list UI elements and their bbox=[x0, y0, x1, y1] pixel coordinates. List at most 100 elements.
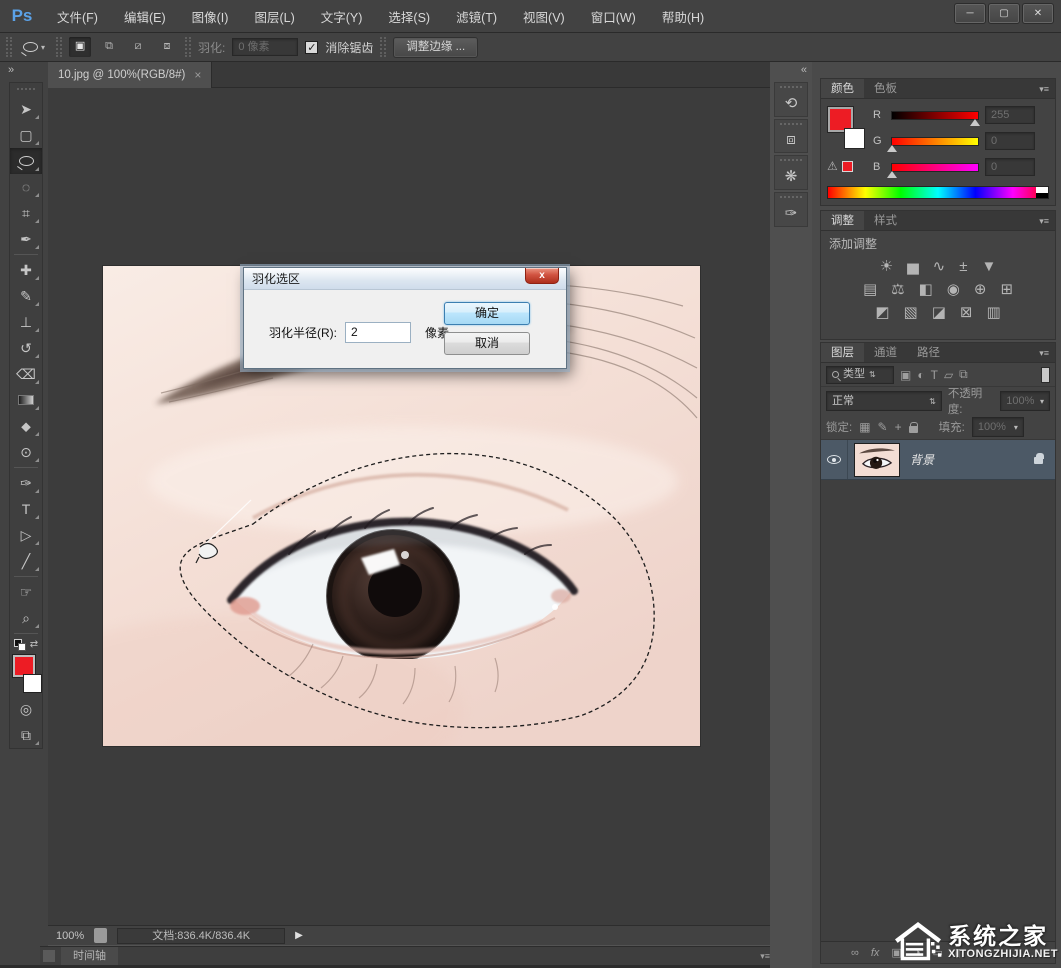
tab-color[interactable]: 颜色 bbox=[821, 79, 864, 98]
layer-effects-icon[interactable]: fx bbox=[871, 947, 880, 959]
history-brush-tool[interactable]: ↺ bbox=[10, 335, 42, 361]
lasso-tool-preset[interactable]: ▾ bbox=[19, 40, 49, 54]
lock-all-icon[interactable] bbox=[909, 426, 918, 433]
opacity-input[interactable]: 100% ▾ bbox=[1000, 391, 1050, 411]
antialias-checkbox[interactable]: ✓ bbox=[305, 41, 318, 54]
tab-swatches[interactable]: 色板 bbox=[864, 79, 907, 98]
lock-pixels-icon[interactable]: ✎ bbox=[878, 420, 888, 434]
maximize-button[interactable]: ▢ bbox=[989, 4, 1019, 23]
dialog-title-bar[interactable]: 羽化选区 bbox=[244, 268, 566, 290]
filter-type-layers-icon[interactable]: T bbox=[931, 368, 938, 382]
close-icon[interactable]: × bbox=[194, 68, 201, 82]
hue-saturation-icon[interactable]: ▤ bbox=[863, 282, 877, 298]
status-expand-icon[interactable]: ▶ bbox=[295, 930, 303, 941]
menu-edit[interactable]: 编辑(E) bbox=[111, 7, 179, 26]
brightness-contrast-icon[interactable]: ☀ bbox=[880, 259, 893, 275]
dodge-tool[interactable]: ⊙ bbox=[10, 439, 42, 465]
clone-stamp-tool[interactable]: ⊥ bbox=[10, 309, 42, 335]
eraser-tool[interactable]: ⌫ bbox=[10, 361, 42, 387]
tab-styles[interactable]: 样式 bbox=[864, 211, 907, 230]
green-slider[interactable] bbox=[891, 137, 979, 146]
panel-menu-icon[interactable]: ▾≡ bbox=[1039, 343, 1049, 362]
dialog-close-button[interactable]: x bbox=[525, 268, 559, 284]
quick-mask-button[interactable]: ◎ bbox=[10, 696, 42, 722]
vibrance-icon[interactable]: ▼ bbox=[981, 259, 996, 275]
posterize-icon[interactable]: ▧ bbox=[904, 305, 918, 321]
blur-tool[interactable]: ⬥ bbox=[10, 413, 42, 439]
zoom-tool[interactable]: ⌕ bbox=[10, 605, 42, 631]
threshold-icon[interactable]: ◪ bbox=[932, 305, 946, 321]
path-selection-tool[interactable]: ▷ bbox=[10, 522, 42, 548]
line-tool[interactable]: ╱ bbox=[10, 548, 42, 574]
feather-radius-input[interactable]: 2 bbox=[345, 322, 411, 343]
close-button[interactable]: ✕ bbox=[1023, 4, 1053, 23]
gradient-map-icon[interactable]: ▥ bbox=[986, 305, 1000, 321]
selective-color-icon[interactable]: ⊠ bbox=[960, 305, 973, 321]
lock-position-icon[interactable]: + bbox=[895, 420, 902, 434]
photo-filter-icon[interactable]: ◉ bbox=[947, 282, 960, 298]
menu-select[interactable]: 选择(S) bbox=[375, 7, 443, 26]
filter-toggle-switch[interactable] bbox=[1041, 367, 1050, 383]
layer-filter-type-select[interactable]: 类型 ⇅ bbox=[826, 366, 894, 384]
timeline-tab[interactable]: 时间轴 bbox=[61, 947, 118, 966]
add-selection-button[interactable]: ⧉ bbox=[98, 37, 120, 57]
history-panel-button[interactable]: ⟲ bbox=[774, 82, 808, 117]
filter-pixel-layers-icon[interactable]: ▣ bbox=[900, 368, 911, 382]
crop-tool[interactable]: ⌗ bbox=[10, 200, 42, 226]
default-colors-icon[interactable] bbox=[14, 639, 26, 651]
tab-channels[interactable]: 通道 bbox=[864, 343, 907, 362]
timeline-panel-icon[interactable] bbox=[43, 950, 55, 962]
red-slider[interactable] bbox=[891, 111, 979, 120]
intersect-selection-button[interactable]: ⧈ bbox=[156, 37, 178, 57]
color-lookup-icon[interactable]: ⊞ bbox=[1000, 282, 1013, 298]
feather-input[interactable]: 0 像素 bbox=[232, 38, 298, 56]
screen-mode-button[interactable]: ⧉ bbox=[10, 722, 42, 748]
gradient-tool[interactable] bbox=[10, 387, 42, 413]
filter-smart-objects-icon[interactable]: ⧉ bbox=[959, 367, 968, 382]
minimize-button[interactable]: ─ bbox=[955, 4, 985, 23]
curves-icon[interactable]: ∿ bbox=[933, 259, 946, 275]
menu-file[interactable]: 文件(F) bbox=[44, 7, 111, 26]
document-tab[interactable]: 10.jpg @ 100%(RGB/8#) × bbox=[48, 62, 212, 88]
marquee-tool[interactable]: ▢ bbox=[10, 122, 42, 148]
blend-mode-select[interactable]: 正常 ⇅ bbox=[826, 391, 942, 411]
blue-slider[interactable] bbox=[891, 163, 979, 172]
black-white-icon[interactable]: ◧ bbox=[919, 282, 933, 298]
red-value-input[interactable]: 255 bbox=[985, 106, 1035, 124]
lock-transparency-icon[interactable]: ▦ bbox=[859, 420, 870, 434]
menu-view[interactable]: 视图(V) bbox=[510, 7, 578, 26]
panel-menu-icon[interactable]: ▾≡ bbox=[1039, 79, 1049, 98]
link-layers-icon[interactable]: ∞ bbox=[851, 947, 859, 959]
tab-adjustments[interactable]: 调整 bbox=[821, 211, 864, 230]
levels-icon[interactable]: ▅ bbox=[907, 259, 919, 275]
menu-layer[interactable]: 图层(L) bbox=[241, 7, 307, 26]
lasso-tool[interactable] bbox=[10, 148, 42, 174]
menu-image[interactable]: 图像(I) bbox=[179, 7, 242, 26]
properties-panel-button[interactable]: ⧈ bbox=[774, 119, 808, 153]
pen-tool[interactable]: ✑ bbox=[10, 470, 42, 496]
zoom-level[interactable]: 100% bbox=[56, 930, 84, 942]
canvas-area[interactable]: 羽化选区 x 羽化半径(R): 2 像素 确定 取消 bbox=[48, 88, 770, 925]
green-value-input[interactable]: 0 bbox=[985, 132, 1035, 150]
panel-menu-icon[interactable]: ▾≡ bbox=[1039, 211, 1049, 230]
filter-shape-layers-icon[interactable]: ▱ bbox=[944, 368, 953, 382]
tab-paths[interactable]: 路径 bbox=[907, 343, 950, 362]
eyedropper-tool[interactable]: ✒ bbox=[10, 226, 42, 252]
brush-panel-button[interactable]: ❋ bbox=[774, 155, 808, 190]
refine-edge-button[interactable]: 调整边缘 ... bbox=[393, 37, 478, 58]
layers-list-empty-area[interactable] bbox=[821, 480, 1055, 941]
type-tool[interactable]: T bbox=[10, 496, 42, 522]
menu-help[interactable]: 帮助(H) bbox=[649, 7, 717, 26]
menu-filter[interactable]: 滤镜(T) bbox=[443, 7, 510, 26]
hand-tool[interactable]: ☞ bbox=[10, 579, 42, 605]
new-selection-button[interactable]: ▣ bbox=[69, 37, 91, 57]
ok-button[interactable]: 确定 bbox=[444, 302, 530, 325]
invert-icon[interactable]: ◩ bbox=[875, 305, 889, 321]
timeline-menu-icon[interactable]: ▾≡ bbox=[760, 951, 770, 962]
filter-adjustment-layers-icon[interactable]: ◐ bbox=[917, 368, 924, 382]
dock-collapse-icon[interactable]: « bbox=[801, 64, 806, 76]
menu-type[interactable]: 文字(Y) bbox=[308, 7, 376, 26]
layer-visibility-toggle[interactable] bbox=[821, 440, 848, 479]
quick-selection-tool[interactable]: ◌ bbox=[10, 174, 42, 200]
background-color-swatch[interactable] bbox=[23, 674, 42, 693]
